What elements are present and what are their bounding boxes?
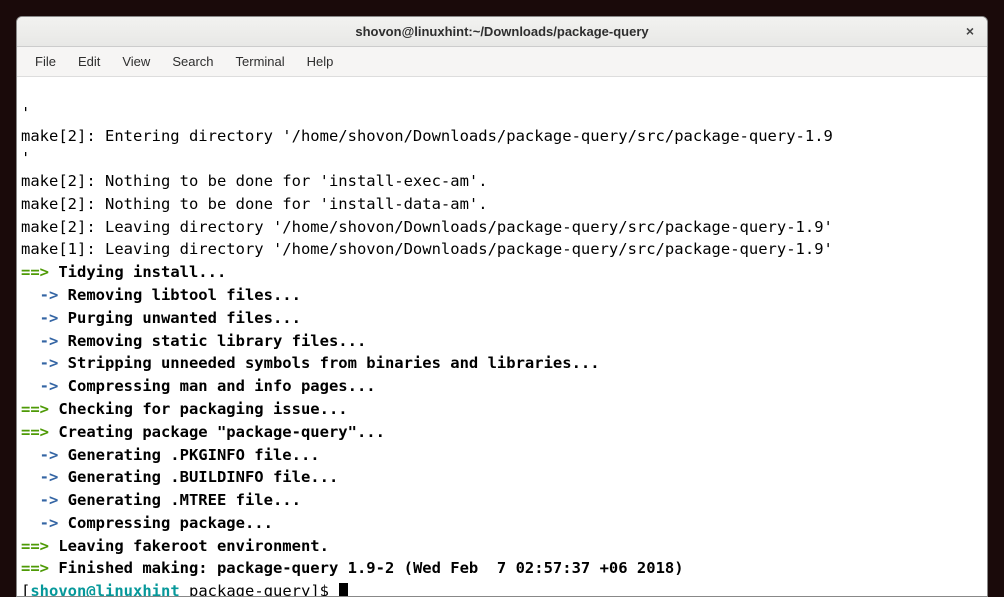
- menu-terminal[interactable]: Terminal: [226, 51, 295, 72]
- output-text: Removing static library files...: [58, 332, 366, 350]
- output-text: Creating package "package-query"...: [49, 423, 385, 441]
- prompt-user: shovon@linuxhint: [30, 580, 179, 596]
- prompt-close: ]$: [310, 580, 338, 596]
- arrow-marker: ==>: [21, 537, 49, 555]
- output-line: make[1]: Leaving directory '/home/shovon…: [21, 240, 833, 258]
- terminal-area[interactable]: ' make[2]: Entering directory '/home/sho…: [17, 77, 987, 596]
- menu-file[interactable]: File: [25, 51, 66, 72]
- output-line: make[2]: Nothing to be done for 'install…: [21, 172, 488, 190]
- menu-view[interactable]: View: [112, 51, 160, 72]
- prompt-bracket: [: [21, 580, 30, 596]
- output-text: Removing libtool files...: [58, 286, 301, 304]
- terminal-window: shovon@linuxhint:~/Downloads/package-que…: [16, 16, 988, 597]
- output-text: Generating .MTREE file...: [58, 491, 301, 509]
- menu-help[interactable]: Help: [297, 51, 344, 72]
- output-text: Compressing man and info pages...: [58, 377, 375, 395]
- window-title: shovon@linuxhint:~/Downloads/package-que…: [355, 24, 648, 39]
- output-text: Stripping unneeded symbols from binaries…: [58, 354, 599, 372]
- output-line: make[2]: Entering directory '/home/shovo…: [21, 127, 833, 145]
- sub-marker: ->: [21, 514, 58, 532]
- output-line: ': [21, 104, 30, 122]
- output-text: Compressing package...: [58, 514, 273, 532]
- menu-edit[interactable]: Edit: [68, 51, 110, 72]
- sub-marker: ->: [21, 354, 58, 372]
- prompt-line: [shovon@linuxhint package-query]$: [21, 580, 983, 596]
- output-text: Generating .PKGINFO file...: [58, 446, 319, 464]
- prompt-dir: package-query: [189, 580, 310, 596]
- output-line: make[2]: Nothing to be done for 'install…: [21, 195, 488, 213]
- cursor-icon: [339, 583, 348, 596]
- sub-marker: ->: [21, 286, 58, 304]
- output-text: Finished making: package-query 1.9-2 (We…: [49, 559, 684, 577]
- sub-marker: ->: [21, 446, 58, 464]
- output-text: Generating .BUILDINFO file...: [58, 468, 338, 486]
- arrow-marker: ==>: [21, 559, 49, 577]
- sub-marker: ->: [21, 468, 58, 486]
- output-text: Purging unwanted files...: [58, 309, 301, 327]
- sub-marker: ->: [21, 309, 58, 327]
- menu-search[interactable]: Search: [162, 51, 223, 72]
- output-line: ': [21, 149, 30, 167]
- sub-marker: ->: [21, 491, 58, 509]
- prompt-sep: [180, 580, 189, 596]
- sub-marker: ->: [21, 377, 58, 395]
- menubar: File Edit View Search Terminal Help: [17, 47, 987, 77]
- titlebar: shovon@linuxhint:~/Downloads/package-que…: [17, 17, 987, 47]
- close-icon: ×: [966, 23, 974, 39]
- sub-marker: ->: [21, 332, 58, 350]
- output-line: make[2]: Leaving directory '/home/shovon…: [21, 218, 833, 236]
- close-button[interactable]: ×: [961, 22, 979, 40]
- output-text: Leaving fakeroot environment.: [49, 537, 329, 555]
- output-text: Tidying install...: [49, 263, 226, 281]
- arrow-marker: ==>: [21, 263, 49, 281]
- arrow-marker: ==>: [21, 423, 49, 441]
- arrow-marker: ==>: [21, 400, 49, 418]
- output-text: Checking for packaging issue...: [49, 400, 348, 418]
